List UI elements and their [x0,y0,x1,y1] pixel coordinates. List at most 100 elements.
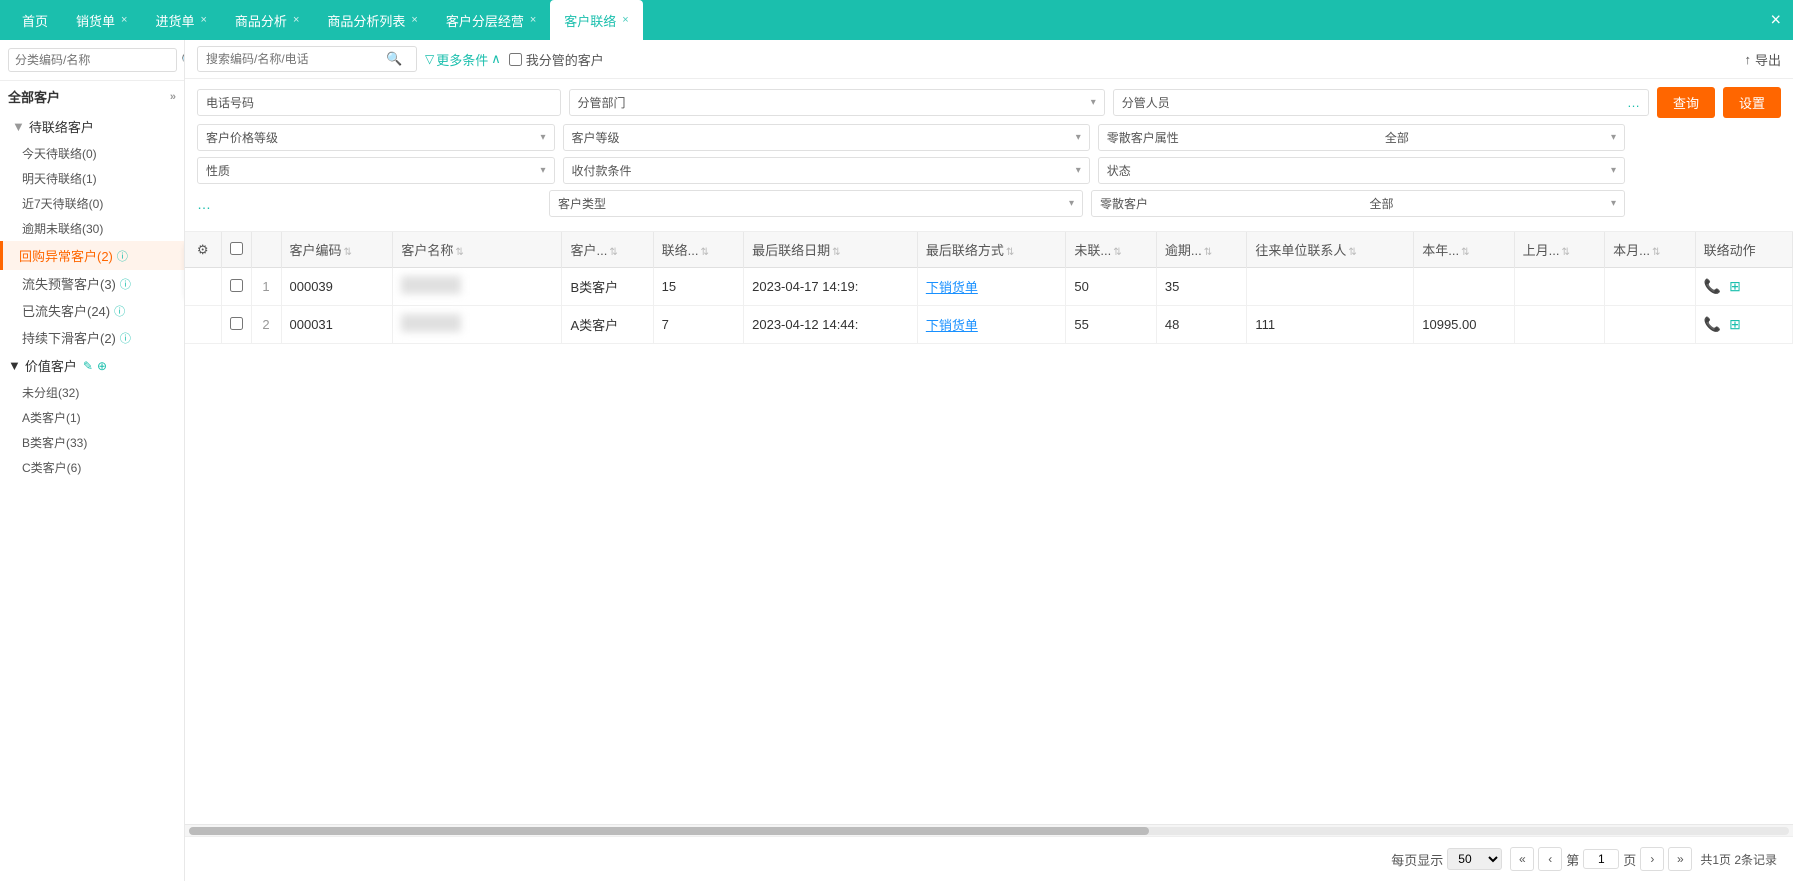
sidebar-item-today[interactable]: 今天待联络(0) [0,141,184,166]
select-all-checkbox[interactable] [230,242,243,255]
my-customers-check[interactable] [509,53,522,66]
nav-item-sales[interactable]: 销货单 × [62,0,141,40]
th-contacts[interactable]: 联络...⇅ [653,232,744,268]
th-not-contacted[interactable]: 未联...⇅ [1066,232,1157,268]
sidebar-item-churned[interactable]: 已流失客户(24) ⓘ [0,297,184,324]
add-value-group-icon[interactable]: ⊕ [97,359,107,373]
info-icon-declining[interactable]: ⓘ [120,330,131,346]
customer-table: ⚙ 客户编码⇅ 客户名称⇅ 客户...⇅ 联络...⇅ 最后联络日期⇅ 最后联 [185,232,1793,344]
th-last-contact-method[interactable]: 最后联络方式⇅ [917,232,1066,268]
first-page-btn[interactable]: « [1510,847,1534,871]
next-page-btn[interactable]: › [1640,847,1664,871]
action-phone-icon-1[interactable]: 📞 [1704,278,1721,295]
last-method-link-1[interactable]: 下销货单 [926,280,978,295]
sidebar-item-class-a[interactable]: A类客户(1) [0,405,184,430]
sidebar-item-tomorrow[interactable]: 明天待联络(1) [0,166,184,191]
close-all-tabs-icon[interactable]: × [1770,10,1781,31]
close-contact-icon[interactable]: × [622,14,628,26]
sidebar-search-input[interactable] [8,48,177,72]
close-list-icon[interactable]: × [411,14,417,26]
sidebar-item-declining[interactable]: 持续下滑客户(2) ⓘ [0,324,184,351]
filter-retail-attr[interactable]: 零散客户属性 全部 ▾ [1098,124,1625,151]
nav-item-product-analysis[interactable]: 商品分析 × [221,0,313,40]
sidebar-group-value[interactable]: ▼ 价值客户 ✎ ⊕ [0,351,184,380]
action-note-icon-1[interactable]: ⊞ [1729,278,1741,295]
th-overdue[interactable]: 逾期...⇅ [1156,232,1247,268]
filter-dept[interactable]: 分管部门 ▾ [569,89,1105,116]
prev-page-btn[interactable]: ‹ [1538,847,1562,871]
nav-item-product-list[interactable]: 商品分析列表 × [313,0,431,40]
scrollbar-thumb[interactable] [189,827,1149,835]
filter-customer-type[interactable]: 客户类型 ▾ [549,190,1083,217]
row4-dots-icon[interactable]: … [197,196,211,212]
th-level[interactable]: 客户...⇅ [562,232,653,268]
td-check-1[interactable] [221,268,251,306]
nav-item-customer-mgmt[interactable]: 客户分层经营 × [432,0,550,40]
th-last-contact-date[interactable]: 最后联络日期⇅ [744,232,918,268]
my-customers-checkbox[interactable]: 我分管的客户 [509,50,604,69]
per-page-select[interactable]: 50 20 100 [1447,848,1502,870]
last-method-link-2[interactable]: 下销货单 [926,318,978,333]
export-btn[interactable]: ↑ 导出 [1744,50,1781,69]
th-code[interactable]: 客户编码⇅ [281,232,393,268]
sidebar-item-class-c[interactable]: C类客户(6) [0,455,184,480]
filter-gender[interactable]: 性质 ▾ [197,157,555,184]
td-last-method-1[interactable]: 下销货单 [917,268,1066,306]
td-overdue-2: 48 [1156,306,1247,344]
th-settings[interactable]: ⚙ [185,232,221,268]
nav-item-purchase[interactable]: 进货单 × [141,0,220,40]
sidebar-collapse-icon[interactable]: » [170,91,176,103]
last-page-btn[interactable]: » [1668,847,1692,871]
query-button[interactable]: 查询 [1657,87,1715,118]
info-icon-churn[interactable]: ⓘ [120,276,131,292]
gear-icon[interactable]: ⚙ [197,242,209,257]
close-analysis-icon[interactable]: × [293,14,299,26]
close-purchase-icon[interactable]: × [200,14,206,26]
filter-customer-level[interactable]: 客户等级 ▾ [563,124,1090,151]
filter-payment[interactable]: 收付款条件 ▾ [563,157,1090,184]
sidebar-item-ungrouped[interactable]: 未分组(32) [0,380,184,405]
horizontal-scrollbar[interactable] [185,824,1793,836]
th-unit-contacts[interactable]: 往来单位联系人⇅ [1247,232,1414,268]
row1-checkbox[interactable] [230,279,243,292]
settings-button[interactable]: 设置 [1723,87,1781,118]
sidebar-group-pending[interactable]: ▼ 待联络客户 [0,112,184,141]
sidebar-item-7days[interactable]: 近7天待联络(0) [0,191,184,216]
nav-item-customer-contact[interactable]: 客户联络 × [550,0,642,40]
edit-value-group-icon[interactable]: ✎ [83,359,93,373]
th-last-month[interactable]: 上月...⇅ [1514,232,1605,268]
sidebar-search-icon[interactable]: 🔍 [181,52,185,69]
td-code-2: 000031 [281,306,393,344]
page-number-input[interactable] [1583,849,1619,869]
filter-retail-customer[interactable]: 零散客户 全部 ▾ [1091,190,1625,217]
advanced-filters: 电话号码 分管部门 ▾ 分管人员 … 查询 设置 客户 [185,79,1793,232]
info-icon-repurchase[interactable]: ⓘ [117,248,128,264]
td-last-method-2[interactable]: 下销货单 [917,306,1066,344]
th-this-year[interactable]: 本年...⇅ [1414,232,1514,268]
filter-status[interactable]: 状态 ▾ [1098,157,1625,184]
sidebar-item-class-b[interactable]: B类客户(33) [0,430,184,455]
action-note-icon-2[interactable]: ⊞ [1729,316,1741,333]
filter-phone[interactable]: 电话号码 [197,89,561,116]
info-icon-churned[interactable]: ⓘ [114,303,125,319]
more-conditions-btn[interactable]: ▽ 更多条件 ∧ [425,50,501,69]
th-this-month[interactable]: 本月...⇅ [1605,232,1696,268]
action-phone-icon-2[interactable]: 📞 [1704,316,1721,333]
close-mgmt-icon[interactable]: × [530,14,536,26]
search-input[interactable] [206,52,386,66]
sidebar-item-repurchase-abnormal[interactable]: 回购异常客户(2) ⓘ [0,241,184,270]
sidebar-item-churn-warning[interactable]: 流失预警客户(3) ⓘ [0,270,184,297]
filter-person[interactable]: 分管人员 … [1113,89,1649,116]
th-check[interactable] [221,232,251,268]
person-dots-icon[interactable]: … [1627,95,1640,110]
search-icon[interactable]: 🔍 [386,51,402,67]
close-sales-icon[interactable]: × [121,14,127,26]
sidebar-item-overdue[interactable]: 逾期未联络(30) [0,216,184,241]
row2-checkbox[interactable] [230,317,243,330]
td-check-2[interactable] [221,306,251,344]
scrollbar-track[interactable] [189,827,1789,835]
filter-price-level[interactable]: 客户价格等级 ▾ [197,124,555,151]
td-level-2: A类客户 [562,306,653,344]
th-name[interactable]: 客户名称⇅ [393,232,562,268]
nav-item-home[interactable]: 首页 [8,0,62,40]
